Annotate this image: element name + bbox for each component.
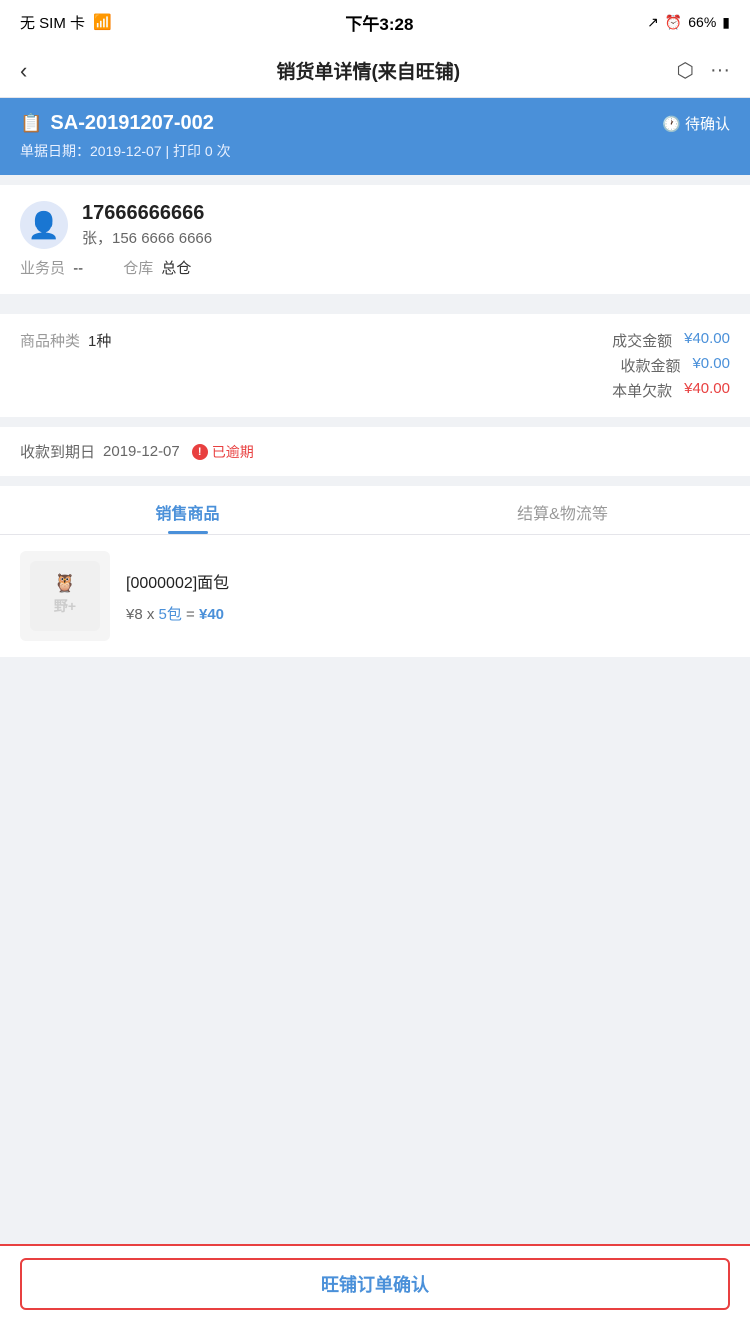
product-total: ¥40 bbox=[199, 606, 224, 623]
overdue-icon: ! bbox=[192, 444, 208, 460]
order-id-text: SA-20191207-002 bbox=[50, 112, 213, 135]
due-date-value: 2019-12-07 bbox=[103, 443, 180, 460]
status-text: 待确认 bbox=[685, 113, 730, 134]
order-header: 📋 SA-20191207-002 🕐 待确认 单据日期：2019-12-07 … bbox=[0, 98, 750, 175]
deal-amount-value: ¥40.00 bbox=[684, 330, 730, 351]
customer-row: 👤 17666666666 张，156 6666 6666 bbox=[20, 201, 730, 249]
status-left: 无 SIM 卡 📶 bbox=[20, 12, 112, 33]
status-tag: 🕐 待确认 bbox=[662, 113, 730, 134]
nav-actions: ⬡ ··· bbox=[677, 58, 730, 83]
no-sim-label: 无 SIM 卡 bbox=[20, 12, 85, 33]
svg-text:野+: 野+ bbox=[54, 598, 76, 614]
received-row: 收款金额 ¥0.00 bbox=[620, 355, 730, 376]
product-logo: 🦉 野+ bbox=[30, 561, 100, 631]
warehouse-value: 总仓 bbox=[161, 260, 191, 277]
product-price: ¥8 x 5包 = ¥40 bbox=[126, 603, 730, 624]
goods-type: 商品种类 1种 bbox=[20, 330, 111, 351]
order-icon: 📋 bbox=[20, 113, 42, 134]
price-multiply: x bbox=[147, 606, 159, 623]
order-id-row: 📋 SA-20191207-002 bbox=[20, 112, 214, 135]
battery-label: 66% bbox=[688, 14, 716, 30]
overdue-text: 已逾期 bbox=[212, 442, 254, 462]
status-bar: 无 SIM 卡 📶 下午3:28 ↗ ⏰ 66% ▮ bbox=[0, 0, 750, 44]
confirm-order-button[interactable]: 旺铺订单确认 bbox=[20, 1258, 730, 1310]
due-date-label: 收款到期日 bbox=[20, 441, 95, 462]
product-unit-price: ¥8 bbox=[126, 606, 143, 623]
status-time: 下午3:28 bbox=[345, 10, 413, 35]
salesperson-item: 业务员 -- bbox=[20, 257, 83, 278]
info-row: 业务员 -- 仓库 总仓 bbox=[20, 257, 730, 278]
received-label: 收款金额 bbox=[620, 355, 680, 376]
tab-sales-goods-label: 销售商品 bbox=[155, 506, 219, 523]
owed-row: 本单欠款 ¥40.00 bbox=[612, 380, 730, 401]
received-value: ¥0.00 bbox=[692, 355, 730, 376]
owed-label: 本单欠款 bbox=[612, 380, 672, 401]
warehouse-item: 仓库 总仓 bbox=[123, 257, 191, 278]
back-button[interactable]: ‹ bbox=[20, 58, 60, 84]
product-qty: 5包 bbox=[159, 606, 182, 623]
warehouse-label: 仓库 bbox=[123, 260, 153, 277]
product-card: 🦉 野+ [0000002]面包 ¥8 x 5包 = ¥40 bbox=[0, 535, 750, 657]
tab-sales-goods[interactable]: 销售商品 bbox=[0, 486, 375, 534]
product-name: [0000002]面包 bbox=[126, 569, 730, 593]
customer-name: 张，156 6666 6666 bbox=[82, 227, 212, 248]
tab-settlement[interactable]: 结算&物流等 bbox=[375, 486, 750, 534]
alarm-icon: ⏰ bbox=[665, 14, 682, 31]
wifi-icon: 📶 bbox=[93, 13, 112, 31]
bottom-bar: 旺铺订单确认 bbox=[0, 1244, 750, 1334]
avatar: 👤 bbox=[20, 201, 68, 249]
deal-amount-row: 成交金额 ¥40.00 bbox=[612, 330, 730, 351]
order-date: 单据日期：2019-12-07 | 打印 0 次 bbox=[20, 141, 730, 161]
share-button[interactable]: ⬡ bbox=[677, 58, 694, 83]
tab-settlement-label: 结算&物流等 bbox=[517, 506, 608, 523]
svg-text:🦉: 🦉 bbox=[54, 573, 76, 593]
product-info: [0000002]面包 ¥8 x 5包 = ¥40 bbox=[126, 569, 730, 624]
tabs-container: 销售商品 结算&物流等 bbox=[0, 486, 750, 535]
goods-type-value: 1种 bbox=[88, 330, 111, 351]
deal-amount-label: 成交金额 bbox=[612, 330, 672, 351]
avatar-icon: 👤 bbox=[28, 210, 60, 241]
customer-info: 17666666666 张，156 6666 6666 bbox=[82, 202, 212, 248]
product-thumbnail: 🦉 野+ bbox=[20, 551, 110, 641]
salesperson-label: 业务员 bbox=[20, 260, 65, 277]
nav-bar: ‹ 销货单详情(来自旺铺) ⬡ ··· bbox=[0, 44, 750, 98]
order-header-top: 📋 SA-20191207-002 🕐 待确认 bbox=[20, 112, 730, 135]
customer-phone: 17666666666 bbox=[82, 202, 212, 225]
owed-value: ¥40.00 bbox=[684, 380, 730, 401]
status-right: ↗ ⏰ 66% ▮ bbox=[647, 14, 730, 31]
clock-icon: 🕐 bbox=[662, 115, 681, 133]
battery-icon: ▮ bbox=[722, 14, 730, 31]
summary-card: 商品种类 1种 成交金额 ¥40.00 收款金额 ¥0.00 本单欠款 ¥40.… bbox=[0, 314, 750, 417]
location-icon: ↗ bbox=[647, 14, 659, 31]
goods-type-label: 商品种类 bbox=[20, 330, 80, 351]
overdue-badge: ! 已逾期 bbox=[192, 442, 254, 462]
page-title: 销货单详情(来自旺铺) bbox=[276, 57, 460, 84]
due-date-card: 收款到期日 2019-12-07 ! 已逾期 bbox=[0, 427, 750, 476]
price-equals: = bbox=[186, 606, 199, 623]
amounts: 成交金额 ¥40.00 收款金额 ¥0.00 本单欠款 ¥40.00 bbox=[612, 330, 730, 401]
more-button[interactable]: ··· bbox=[710, 59, 730, 82]
separator-1 bbox=[0, 294, 750, 304]
customer-card: 👤 17666666666 张，156 6666 6666 业务员 -- 仓库 … bbox=[0, 185, 750, 294]
salesperson-value: -- bbox=[73, 260, 83, 277]
